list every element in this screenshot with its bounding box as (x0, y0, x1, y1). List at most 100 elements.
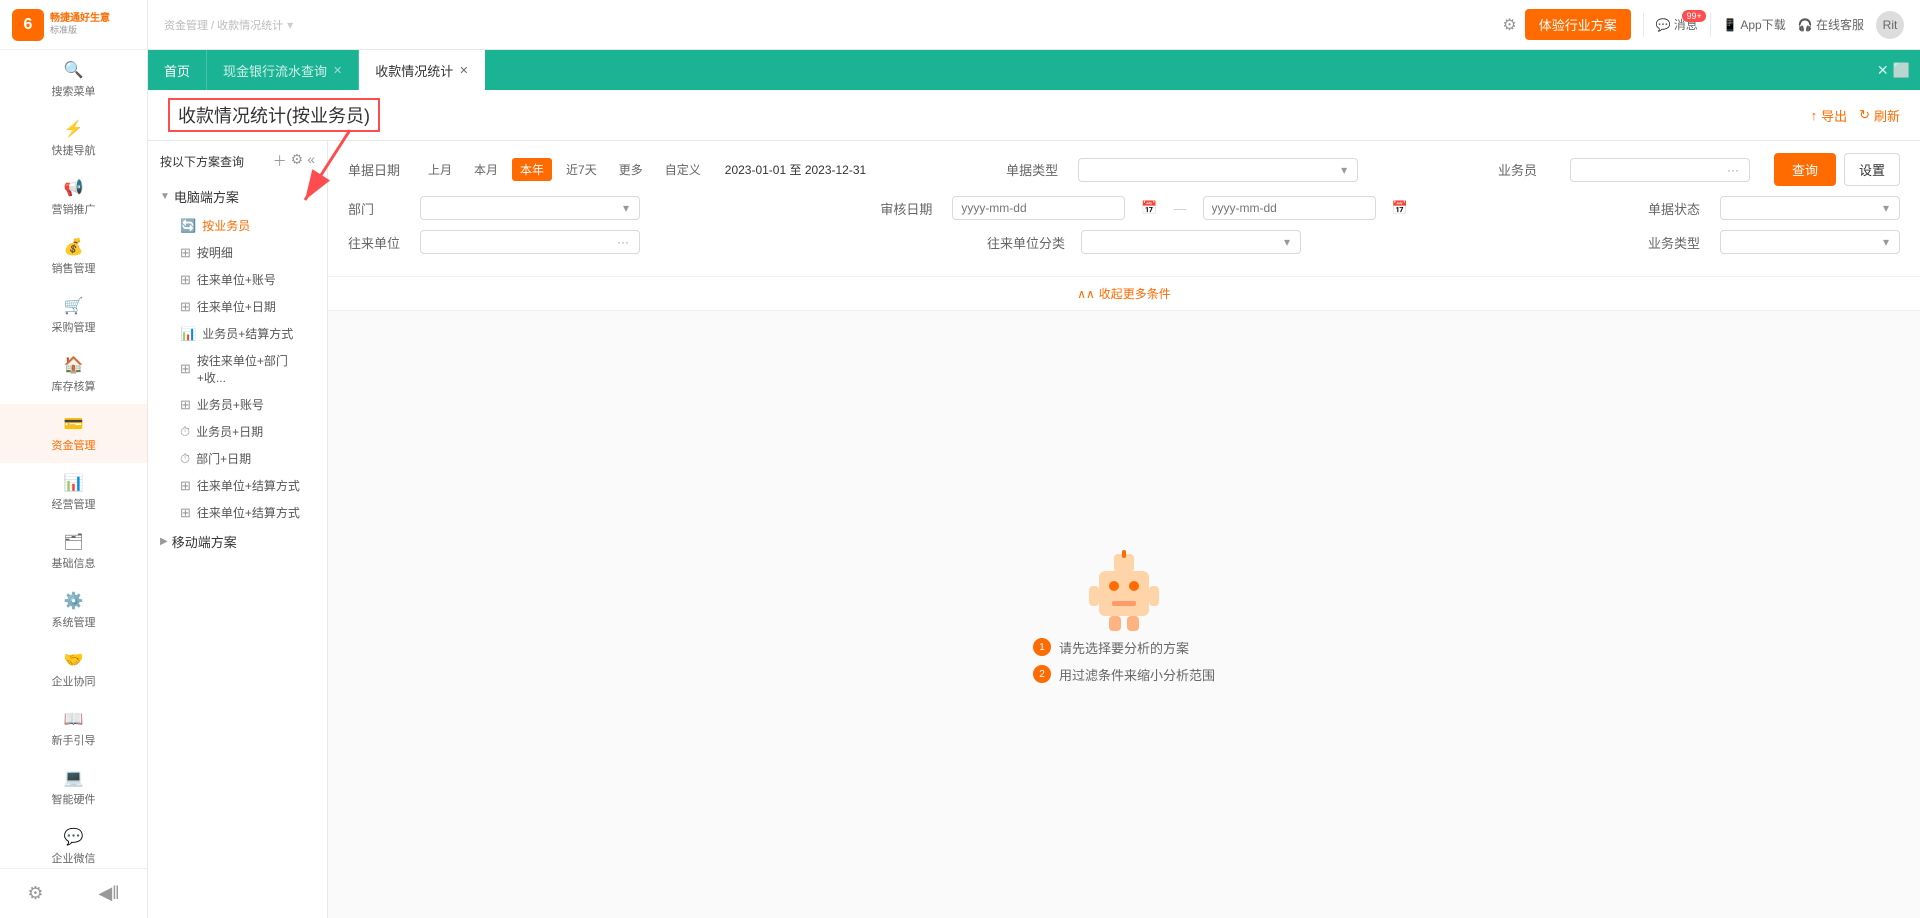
tab-bank-close[interactable]: ✕ (333, 64, 342, 77)
date-range-display: 2023-01-01 至 2023-12-31 (725, 161, 866, 178)
date-btn-7days[interactable]: 近7天 (558, 158, 605, 181)
query-btn[interactable]: 查询 (1774, 153, 1836, 186)
sidebar-item-purchase[interactable]: 🛒 采购管理 (0, 286, 147, 345)
app-download-link[interactable]: 📱 App下载 (1723, 16, 1786, 33)
date-btn-thismonth[interactable]: 本月 (466, 158, 506, 181)
biz-type-chevron: ▾ (1883, 235, 1889, 249)
calendar-icon2[interactable]: 📅 (1392, 200, 1408, 216)
review-date-end[interactable] (1203, 196, 1376, 220)
user-avatar[interactable]: Rit (1876, 11, 1904, 39)
partner-class-select[interactable]: ▾ (1081, 230, 1301, 254)
scheme-group-pc-title[interactable]: ▼ 电脑端方案 (156, 181, 319, 212)
refresh-btn[interactable]: ↻ 刷新 (1859, 106, 1900, 125)
sidebar-item-quicknav[interactable]: ⚡ 快捷导航 (0, 109, 147, 168)
online-service-link[interactable]: 🎧 在线客服 (1798, 16, 1864, 33)
mobile-group-arrow: ▶ (160, 536, 168, 547)
biz-type-label: 业务类型 (1648, 233, 1704, 252)
scheme-group-mobile-title[interactable]: ▶ 移动端方案 (156, 526, 319, 557)
page-header: 收款情况统计(按业务员) ↑ 导出 ↻ 刷新 (148, 90, 1920, 141)
collapse-arrow-icon: ∧∧ (1077, 287, 1095, 301)
date-btn-more[interactable]: 更多 (611, 158, 651, 181)
sidebar-settings-btn[interactable]: ⚙ (23, 879, 47, 908)
ellipsis-icon: ··· (1727, 163, 1739, 177)
topbar-actions: 📱 App下载 🎧 在线客服 Rit (1723, 11, 1904, 39)
salesman-select[interactable]: ··· (1570, 158, 1750, 182)
export-btn[interactable]: ↑ 导出 (1811, 106, 1848, 125)
scheme-item-dept-date[interactable]: ⏱ 部门+日期 (172, 445, 319, 472)
tab-home[interactable]: 首页 (148, 50, 207, 90)
partner-class-chevron: ▾ (1284, 235, 1290, 249)
sidebar-item-system[interactable]: ⚙️ 系统管理 (0, 581, 147, 640)
scheme-item-salesman-settle[interactable]: 📊 业务员+结算方式 (172, 320, 319, 347)
tab-bank[interactable]: 现金银行流水查询 ✕ (207, 50, 359, 90)
main-content: 资金管理 / 收款情况统计 ▾ ⚙ 体验行业方案 💬 消息 99+ 📱 App下… (148, 0, 1920, 918)
date-label: 单据日期 (348, 160, 404, 179)
finance-icon: 💳 (64, 414, 84, 434)
salesman-area: ··· (1570, 158, 1750, 182)
scheme-item-salesman-date[interactable]: ⏱ 业务员+日期 (172, 418, 319, 445)
dept-select[interactable]: ▾ (420, 196, 640, 220)
maximize-btn[interactable]: ⬜ (1893, 62, 1910, 79)
scheme-item-by-salesman[interactable]: 🔄 按业务员 (172, 212, 319, 239)
settings-btn[interactable]: 设置 (1844, 153, 1900, 186)
sidebar-item-sales[interactable]: 💰 销售管理 (0, 227, 147, 286)
scheme-item-partner-dept[interactable]: ⊞ 按往来单位+部门+收... (172, 347, 319, 391)
step-2-text: 用过滤条件来缩小分析范围 (1059, 665, 1215, 684)
robot-svg (1084, 546, 1164, 636)
scheme-item-partner-account[interactable]: ⊞ 往来单位+账号 (172, 266, 319, 293)
voucher-status-select[interactable]: ▾ (1720, 196, 1900, 220)
sidebar-item-corp[interactable]: 🤝 企业协同 (0, 640, 147, 699)
sidebar-item-guide[interactable]: 📖 新手引导 (0, 699, 147, 758)
breadcrumb: 资金管理 / 收款情况统计 ▾ (164, 17, 1502, 33)
sidebar-item-finance[interactable]: 💳 资金管理 (0, 404, 147, 463)
step-1: 1 请先选择要分析的方案 (1033, 638, 1215, 657)
settings-icon-area[interactable]: ⚙ (1502, 15, 1516, 35)
review-date-start[interactable] (952, 196, 1125, 220)
sidebar-item-marketing[interactable]: 📢 营销推广 (0, 168, 147, 227)
voucher-type-select[interactable]: ▾ (1078, 158, 1358, 182)
sidebar-item-warehouse[interactable]: 🏠 库存核算 (0, 345, 147, 404)
wechat-icon: 💬 (64, 827, 84, 847)
sidebar-item-basic[interactable]: 🗂 基础信息 (0, 522, 147, 581)
partner-select[interactable]: ··· (420, 230, 640, 254)
collapse-bar[interactable]: ∧∧ 收起更多条件 (328, 277, 1920, 311)
date-btn-lastmonth[interactable]: 上月 (420, 158, 460, 181)
operation-icon: 📊 (64, 473, 84, 493)
divider2 (1710, 13, 1711, 37)
scheme-item-partner-settle2[interactable]: ⊞ 往来单位+结算方式 (172, 499, 319, 526)
sidebar-item-operation[interactable]: 📊 经营管理 (0, 463, 147, 522)
sidebar-collapse-btn[interactable]: ◀‖ (94, 879, 123, 908)
purchase-icon: 🛒 (64, 296, 84, 316)
date-btn-thisyear[interactable]: 本年 (512, 158, 552, 181)
scheme-item-by-detail[interactable]: ⊞ 按明细 (172, 239, 319, 266)
tab-collection[interactable]: 收款情况统计 ✕ (359, 50, 485, 90)
filter-row-2: 部门 ▾ 审核日期 📅 — 📅 单据状态 (348, 196, 1900, 220)
scheme-settings-btn[interactable]: ⚙ (291, 151, 304, 171)
sidebar-item-wechat[interactable]: 💬 企业微信 (0, 817, 147, 868)
trial-btn[interactable]: 体验行业方案 (1525, 9, 1631, 40)
corp-icon: 🤝 (64, 650, 84, 670)
sidebar-item-hardware[interactable]: 💻 智能硬件 (0, 758, 147, 817)
calendar-icon1[interactable]: 📅 (1141, 200, 1157, 216)
partner-label: 往来单位 (348, 233, 404, 252)
quicknav-icon: ⚡ (64, 119, 84, 139)
scheme-item-salesman-account[interactable]: ⊞ 业务员+账号 (172, 391, 319, 418)
sidebar-item-search[interactable]: 🔍 搜索菜单 (0, 50, 147, 109)
export-icon: ↑ (1811, 108, 1818, 123)
partner-settle2-icon: ⊞ (180, 505, 191, 521)
scheme-item-partner-settle1[interactable]: ⊞ 往来单位+结算方式 (172, 472, 319, 499)
robot-illustration (1084, 546, 1164, 626)
pc-group-arrow: ▼ (160, 191, 170, 202)
scheme-collapse-btn[interactable]: « (307, 151, 315, 171)
scheme-item-partner-date[interactable]: ⊞ 往来单位+日期 (172, 293, 319, 320)
close-window-btn[interactable]: ✕ (1877, 62, 1889, 79)
biz-type-select[interactable]: ▾ (1720, 230, 1900, 254)
salesman-account-icon: ⊞ (180, 397, 191, 413)
tab-collection-close[interactable]: ✕ (459, 64, 468, 77)
date-btn-custom[interactable]: 自定义 (657, 158, 709, 181)
add-scheme-btn[interactable]: ＋ (273, 151, 287, 171)
logo-text: 畅捷通好生意 标准版 (50, 12, 110, 37)
step-num-1: 1 (1033, 638, 1051, 656)
messages-area[interactable]: 💬 消息 99+ (1656, 16, 1698, 33)
collapse-label: 收起更多条件 (1099, 285, 1171, 302)
